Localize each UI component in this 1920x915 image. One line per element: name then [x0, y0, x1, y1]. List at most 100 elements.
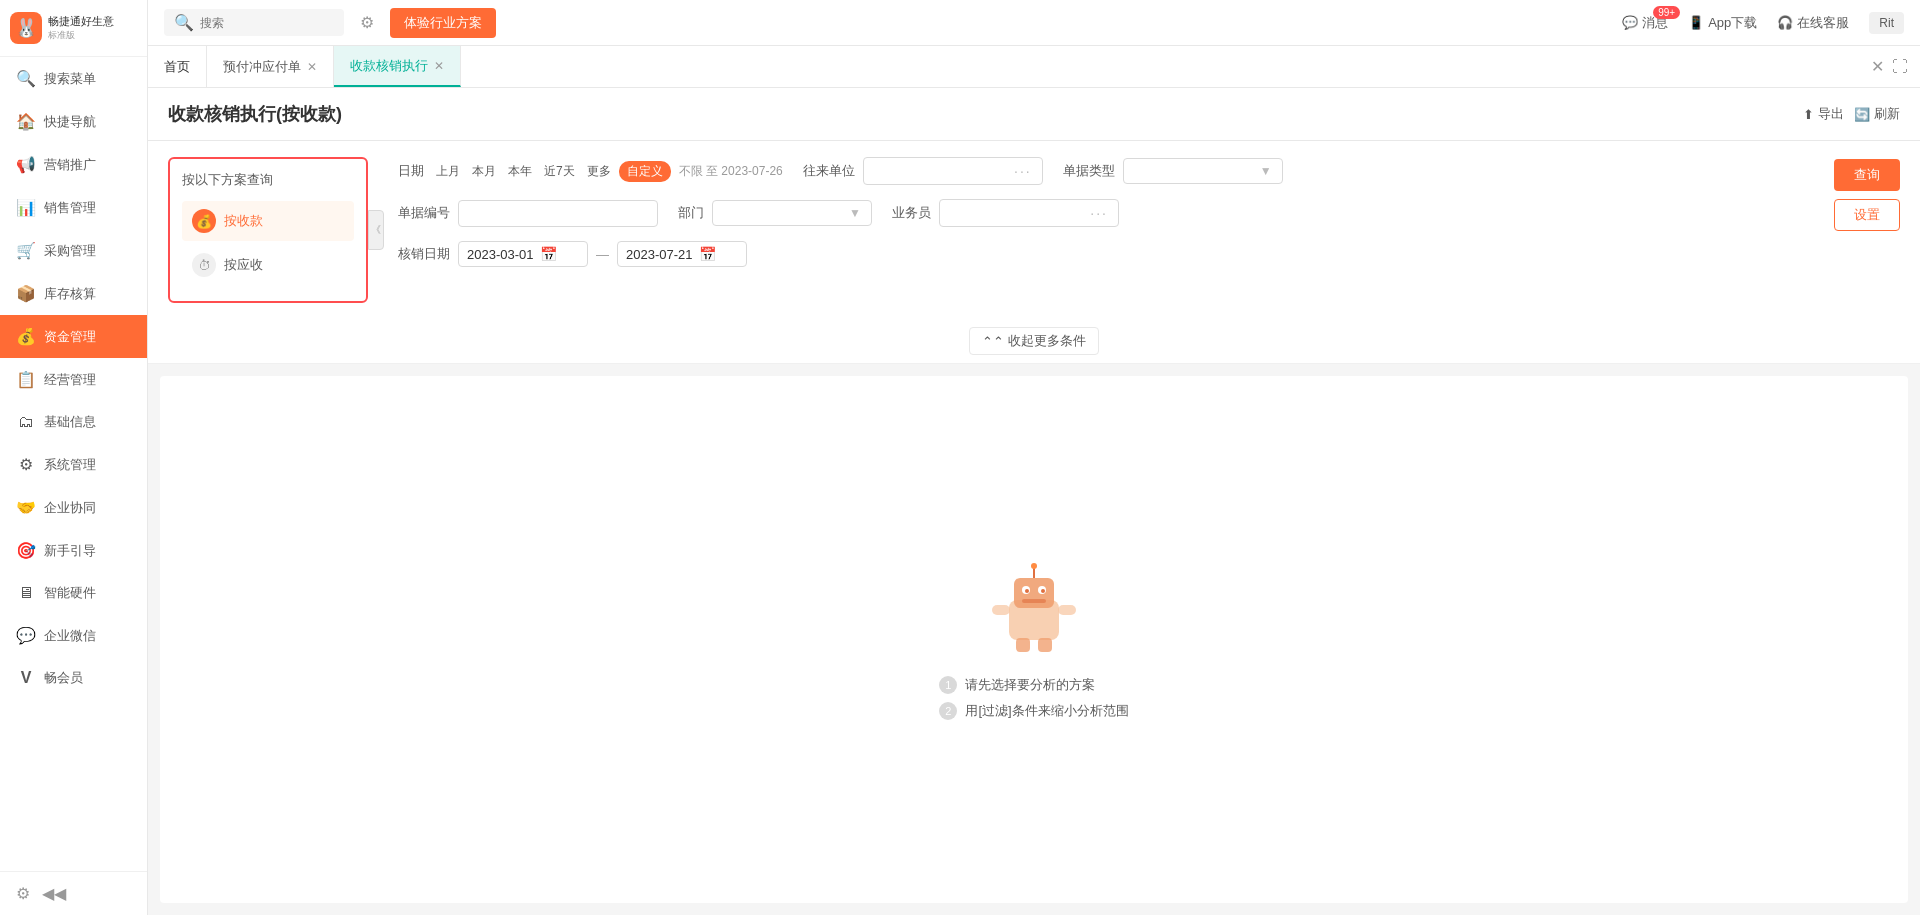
staff-selector[interactable]: ··· [939, 199, 1119, 227]
message-button[interactable]: 💬 消息 99+ [1622, 14, 1668, 32]
svg-point-4 [1025, 589, 1029, 593]
query-panel: 按以下方案查询 💰 按收款 ⏱ 按应收 《 [168, 157, 368, 303]
tab-home[interactable]: 首页 [148, 46, 207, 87]
page-title: 收款核销执行(按收款) [168, 102, 342, 140]
tab-prepay[interactable]: 预付冲应付单 ✕ [207, 46, 334, 87]
date-hint: 不限 至 2023-07-26 [679, 163, 783, 180]
sidebar-logo: 🐰 畅捷通好生意 标准版 [0, 0, 147, 57]
sidebar-item-quick-nav[interactable]: 🏠 快捷导航 [0, 100, 147, 143]
target-icon: 🎯 [16, 541, 36, 560]
counterpart-selector[interactable]: ··· [863, 157, 1043, 185]
close-tab-button[interactable]: ✕ [1871, 57, 1884, 76]
page-header-actions: ⬆ 导出 🔄 刷新 [1803, 105, 1900, 137]
svg-point-12 [1031, 563, 1037, 569]
sidebar-item-basic[interactable]: 🗂 基础信息 [0, 401, 147, 443]
doctype-select[interactable]: ▼ [1123, 158, 1283, 184]
tab-prepay-close-icon[interactable]: ✕ [307, 60, 317, 74]
receivable-option-icon: ⏱ [192, 253, 216, 277]
settings-footer-icon[interactable]: ⚙ [16, 884, 30, 903]
shortcut-custom[interactable]: 自定义 [619, 161, 671, 182]
docno-input[interactable] [458, 200, 658, 227]
topbar: 🔍 ⚙ 体验行业方案 💬 消息 99+ 📱 App下载 🎧 在线客服 Rit [148, 0, 1920, 46]
sidebar-item-label: 企业协同 [44, 499, 96, 517]
search-input[interactable] [200, 16, 320, 30]
content-area: 收款核销执行(按收款) ⬆ 导出 🔄 刷新 按以下方案查询 💰 [148, 88, 1920, 915]
dept-select[interactable]: ▼ [712, 200, 872, 226]
query-button[interactable]: 查询 [1834, 159, 1900, 191]
filter-form-wrapper: 日期 上月 本月 本年 近7天 更多 自定义 不限 至 2023-07-26 [398, 157, 1900, 267]
date-shortcuts: 上月 本月 本年 近7天 更多 自定义 [432, 161, 671, 182]
message-icon: 💬 [1622, 15, 1638, 30]
sidebar-item-guide[interactable]: 🎯 新手引导 [0, 529, 147, 572]
verify-date-end-value: 2023-07-21 [626, 247, 693, 262]
sidebar-item-sales[interactable]: 📊 销售管理 [0, 186, 147, 229]
tip-num-2: 2 [939, 702, 957, 720]
sidebar-item-enterprise[interactable]: 🤝 企业协同 [0, 486, 147, 529]
verify-date-end-input[interactable]: 2023-07-21 📅 [617, 241, 747, 267]
filter-row-2: 单据编号 部门 ▼ 业务员 [398, 199, 1822, 227]
tab-collection[interactable]: 收款核销执行 ✕ [334, 46, 461, 87]
dept-field-group: 部门 ▼ [678, 200, 872, 226]
logo-icon: 🐰 [10, 12, 42, 44]
collapse-sidebar-icon[interactable]: ◀◀ [42, 884, 66, 903]
query-option-by-collection[interactable]: 💰 按收款 [182, 201, 354, 241]
chevron-up-icon: ⌃⌃ [982, 334, 1004, 349]
shortcut-this-month[interactable]: 本月 [468, 161, 500, 182]
empty-tips: 1 请先选择要分析的方案 2 用[过滤]条件来缩小分析范围 [939, 676, 1128, 720]
verify-date-label: 核销日期 [398, 245, 450, 263]
maximize-tab-button[interactable]: ⛶ [1892, 57, 1908, 76]
sidebar-item-hardware[interactable]: 🖥 智能硬件 [0, 572, 147, 614]
query-option-by-receivable[interactable]: ⏱ 按应收 [182, 245, 354, 285]
export-icon: ⬆ [1803, 107, 1814, 122]
sidebar-item-purchase[interactable]: 🛒 采购管理 [0, 229, 147, 272]
sidebar-item-wechat[interactable]: 💬 企业微信 [0, 614, 147, 657]
dept-label: 部门 [678, 204, 704, 222]
tab-collection-label: 收款核销执行 [350, 57, 428, 75]
app-download-button[interactable]: 📱 App下载 [1688, 14, 1757, 32]
svg-rect-9 [1016, 638, 1030, 652]
collapse-panel-button[interactable]: 《 [368, 210, 384, 250]
gear-icon[interactable]: ⚙ [360, 13, 374, 32]
search-icon: 🔍 [174, 13, 194, 32]
cart-icon: 🛒 [16, 241, 36, 260]
refresh-icon: 🔄 [1854, 107, 1870, 122]
sidebar-item-member[interactable]: V 畅会员 [0, 657, 147, 699]
main-area: 🔍 ⚙ 体验行业方案 💬 消息 99+ 📱 App下载 🎧 在线客服 Rit 首… [148, 0, 1920, 915]
sidebar-item-finance[interactable]: 💰 资金管理 [0, 315, 147, 358]
tab-collection-close-icon[interactable]: ✕ [434, 59, 444, 73]
svg-rect-1 [1014, 578, 1054, 608]
doctype-field-group: 单据类型 ▼ [1063, 158, 1283, 184]
sidebar-item-search[interactable]: 🔍 搜索菜单 [0, 57, 147, 100]
settings-icon: ⚙ [16, 455, 36, 474]
sidebar-item-operation[interactable]: 📋 经营管理 [0, 358, 147, 401]
query-panel-title: 按以下方案查询 [182, 171, 354, 189]
sidebar-item-label: 采购管理 [44, 242, 96, 260]
shortcut-more[interactable]: 更多 [583, 161, 615, 182]
export-button[interactable]: ⬆ 导出 [1803, 105, 1844, 123]
tab-prepay-label: 预付冲应付单 [223, 58, 301, 76]
shortcut-7days[interactable]: 近7天 [540, 161, 579, 182]
headset-icon: 🎧 [1777, 15, 1793, 30]
shortcut-last-month[interactable]: 上月 [432, 161, 464, 182]
setting-button[interactable]: 设置 [1834, 199, 1900, 231]
sidebar-item-inventory[interactable]: 📦 库存核算 [0, 272, 147, 315]
chart-icon: 📊 [16, 198, 36, 217]
sidebar-item-system[interactable]: ⚙ 系统管理 [0, 443, 147, 486]
topbar-search-box[interactable]: 🔍 [164, 9, 344, 36]
svg-rect-8 [1058, 605, 1076, 615]
solution-button[interactable]: 体验行业方案 [390, 8, 496, 38]
user-menu[interactable]: Rit [1869, 12, 1904, 34]
refresh-button[interactable]: 🔄 刷新 [1854, 105, 1900, 123]
wechat-icon: 💬 [16, 626, 36, 645]
collapse-more-button[interactable]: ⌃⌃ 收起更多条件 [969, 327, 1099, 355]
sidebar-item-label: 库存核算 [44, 285, 96, 303]
online-service-button[interactable]: 🎧 在线客服 [1777, 14, 1849, 32]
shortcut-this-year[interactable]: 本年 [504, 161, 536, 182]
sidebar-item-label: 企业微信 [44, 627, 96, 645]
sidebar-item-marketing[interactable]: 📢 营销推广 [0, 143, 147, 186]
logo-badge: 标准版 [48, 29, 114, 42]
sidebar-item-label: 智能硬件 [44, 584, 96, 602]
verify-date-start-input[interactable]: 2023-03-01 📅 [458, 241, 588, 267]
docno-label: 单据编号 [398, 204, 450, 222]
handshake-icon: 🤝 [16, 498, 36, 517]
